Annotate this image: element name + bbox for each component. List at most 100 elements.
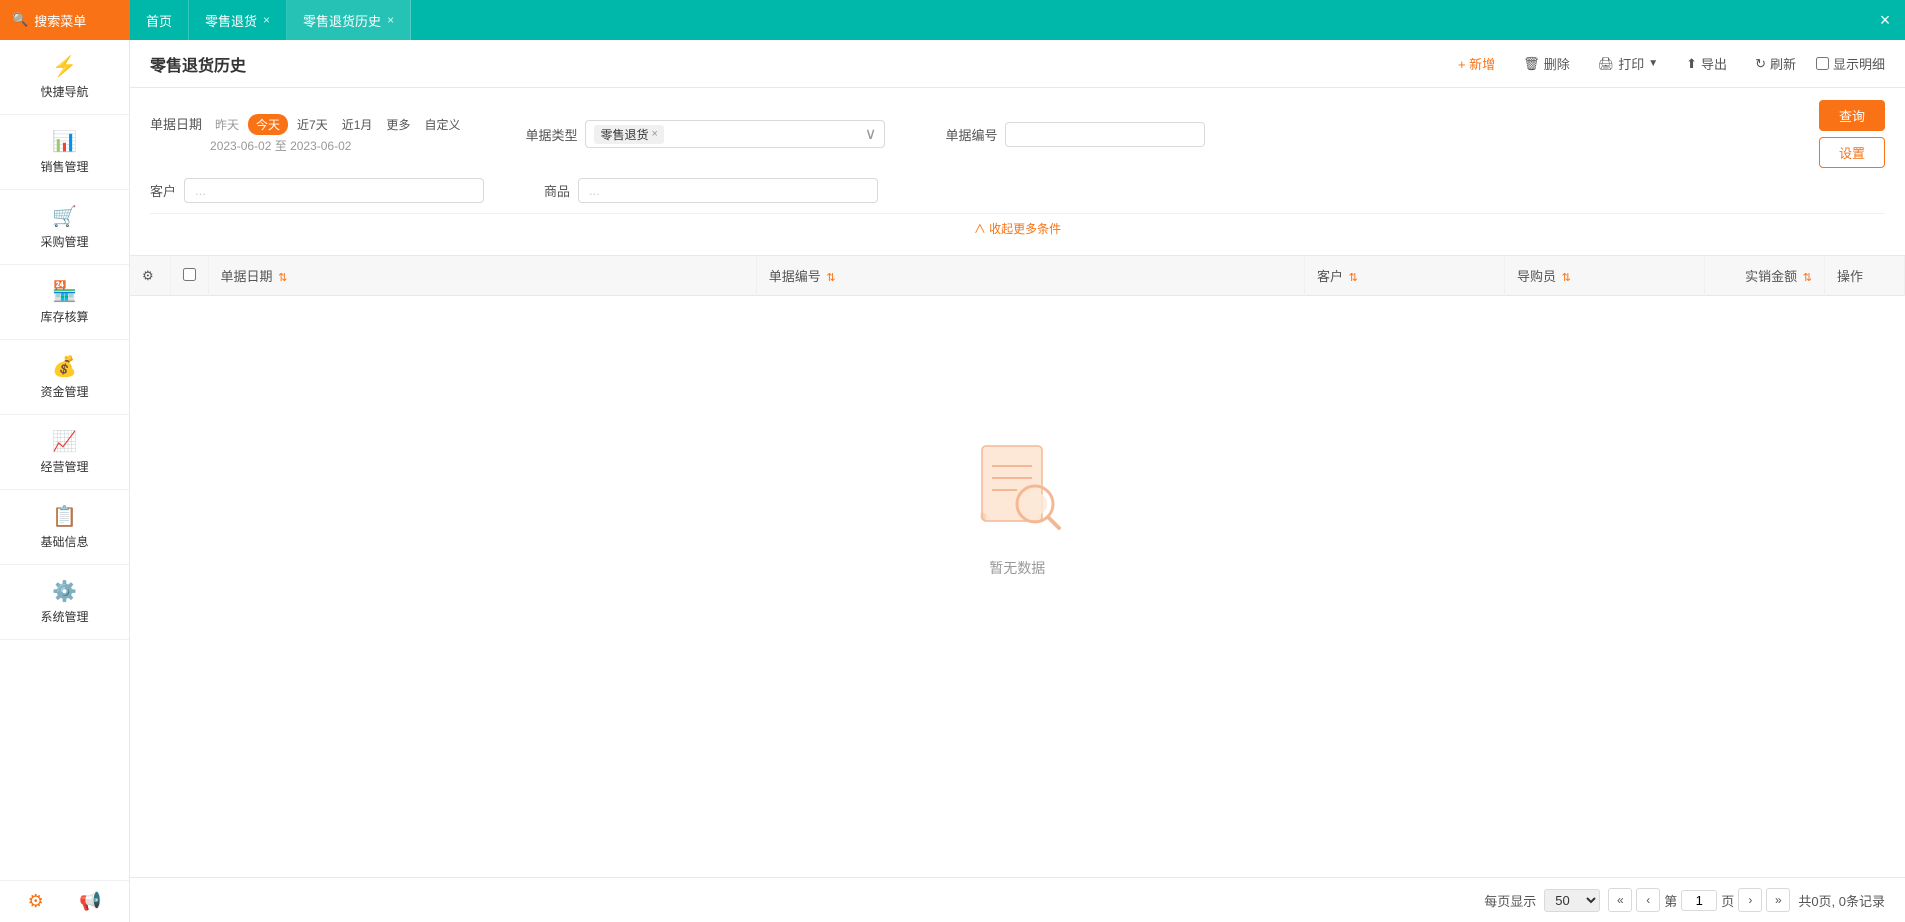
sidebar-item-inventory-label: 库存核算 [40,308,88,325]
sales-icon: 📊 [52,129,77,154]
sort-bill-no-icon: ⇅ [826,272,835,284]
search-menu-btn[interactable]: 🔍 搜索菜单 [0,0,130,40]
print-icon: 🖨 [1598,56,1615,72]
sort-bill-date-icon: ⇅ [278,272,287,284]
th-customer[interactable]: 客户 ⇅ [1305,256,1505,296]
tab-retail-return-history[interactable]: 零售退货历史 × [287,0,411,40]
filter-row-1: 单据日期 昨天 今天 近7天 近1月 更多 自定义 2023-06-02 至 2… [150,100,1885,168]
sort-guide-icon: ⇅ [1562,272,1571,284]
th-bill-date[interactable]: 单据日期 ⇅ [208,256,756,296]
collapse-bar[interactable]: ∧ 收起更多条件 [150,213,1885,243]
header-actions: + 新增 🗑 删除 🖨 打印 ▼ ⬆ 导出 ↻ 刷新 [1450,50,1885,77]
date-filter-group: 单据日期 昨天 今天 近7天 近1月 更多 自定义 2023-06-02 至 2… [150,114,465,154]
page-size-select[interactable]: 50 10 20 100 [1544,889,1600,912]
date-opt-yesterday[interactable]: 昨天 [210,114,244,135]
export-btn[interactable]: ⬆ 导出 [1678,50,1735,77]
filter-area: 单据日期 昨天 今天 近7天 近1月 更多 自定义 2023-06-02 至 2… [130,88,1905,256]
page-nav: « ‹ 第 页 › » [1608,888,1790,912]
date-opt-more[interactable]: 更多 [381,114,415,135]
tab-home[interactable]: 首页 [130,0,189,40]
bill-no-label: 单据编号 [945,125,997,144]
sidebar: ⚡ 快捷导航 📊 销售管理 🛒 采购管理 🏪 库存核算 💰 资金管理 📈 经营管… [0,40,130,922]
last-page-btn[interactable]: » [1766,888,1790,912]
print-btn-label: 打印 [1618,54,1644,73]
sidebar-item-purchase[interactable]: 🛒 采购管理 [0,190,129,265]
tab-retail-return-close[interactable]: × [263,13,270,27]
tab-home-label: 首页 [146,11,172,30]
date-options-group: 昨天 今天 近7天 近1月 更多 自定义 2023-06-02 至 2023-0… [210,114,465,154]
refresh-icon: ↻ [1755,56,1766,72]
pagination: 每页显示 50 10 20 100 « ‹ 第 页 › » 共0页, 0条记录 [130,877,1905,922]
bill-type-tag: 零售退货 × [594,125,663,144]
system-icon: ⚙️ [52,579,77,604]
next-page-btn[interactable]: › [1738,888,1762,912]
sidebar-item-purchase-label: 采购管理 [40,233,88,250]
th-bill-date-label: 单据日期 [221,269,273,284]
date-opt-7days[interactable]: 近7天 [292,114,333,135]
th-settings[interactable]: ⚙ [130,256,170,296]
first-page-btn[interactable]: « [1608,888,1632,912]
setting-btn[interactable]: 设置 [1819,137,1885,168]
bill-no-input[interactable] [1005,122,1205,147]
sidebar-item-basic-info-label: 基础信息 [40,533,88,550]
th-action-label: 操作 [1837,269,1863,284]
goods-placeholder: ... [589,183,600,198]
window-close-btn[interactable]: × [1865,0,1905,40]
th-guide[interactable]: 导购员 ⇅ [1505,256,1705,296]
tab-retail-return-history-close[interactable]: × [387,13,394,27]
settings-icon[interactable]: ⚙ [28,891,44,912]
print-btn[interactable]: 🖨 打印 ▼ [1590,50,1666,77]
sidebar-item-system[interactable]: ⚙️ 系统管理 [0,565,129,640]
settings-icon: ⚙ [142,268,154,283]
th-amount-label: 实销金额 [1745,269,1797,284]
export-icon: ⬆ [1686,56,1697,72]
page-title: 零售退货历史 [150,52,246,76]
new-btn-label: + 新增 [1458,54,1495,73]
goods-input[interactable]: ... [578,178,878,203]
new-btn[interactable]: + 新增 [1450,50,1503,77]
select-all-checkbox[interactable] [183,268,196,281]
page-input[interactable] [1681,890,1717,911]
sidebar-item-sales[interactable]: 📊 销售管理 [0,115,129,190]
table-header-row: ⚙ 单据日期 ⇅ 单据编号 ⇅ [130,256,1905,296]
filter-row-2: 客户 ... 商品 ... [150,178,1885,203]
empty-cell: 暂无数据 [130,296,1905,719]
delete-icon: 🗑 [1523,56,1540,72]
show-detail-checkbox[interactable] [1816,57,1829,70]
sidebar-item-inventory[interactable]: 🏪 库存核算 [0,265,129,340]
date-opt-today[interactable]: 今天 [248,114,288,135]
th-bill-no[interactable]: 单据编号 ⇅ [756,256,1304,296]
sidebar-item-quick-nav[interactable]: ⚡ 快捷导航 [0,40,129,115]
th-checkbox[interactable] [170,256,208,296]
main-layout: ⚡ 快捷导航 📊 销售管理 🛒 采购管理 🏪 库存核算 💰 资金管理 📈 经营管… [0,40,1905,922]
page-header: 零售退货历史 + 新增 🗑 删除 🖨 打印 ▼ ⬆ 导出 [130,40,1905,88]
sidebar-item-operations[interactable]: 📈 经营管理 [0,415,129,490]
bill-type-input[interactable]: 零售退货 × ∨ [585,120,885,148]
date-opt-1month[interactable]: 近1月 [337,114,378,135]
th-action: 操作 [1825,256,1905,296]
basic-info-icon: 📋 [52,504,77,529]
purchase-icon: 🛒 [52,204,77,229]
empty-text: 暂无数据 [989,558,1045,578]
date-opt-custom[interactable]: 自定义 [419,114,465,135]
show-detail-checkbox-label[interactable]: 显示明细 [1816,54,1885,73]
tab-retail-return-history-label: 零售退货历史 [303,11,381,30]
sidebar-item-basic-info[interactable]: 📋 基础信息 [0,490,129,565]
tab-retail-return[interactable]: 零售退货 × [189,0,287,40]
total-label: 共0页, 0条记录 [1798,891,1885,910]
th-amount[interactable]: 实销金额 ⇅ [1705,256,1825,296]
th-bill-no-label: 单据编号 [769,269,821,284]
date-range-display: 2023-06-02 至 2023-06-02 [210,137,465,154]
delete-btn[interactable]: 🗑 删除 [1515,50,1578,77]
bill-type-tag-remove[interactable]: × [651,128,657,140]
customer-input[interactable]: ... [184,178,484,203]
th-customer-label: 客户 [1317,269,1343,284]
prev-page-btn[interactable]: ‹ [1636,888,1660,912]
refresh-btn[interactable]: ↻ 刷新 [1747,50,1804,77]
query-btn[interactable]: 查询 [1819,100,1885,131]
speaker-icon[interactable]: 📢 [79,891,101,912]
date-options: 昨天 今天 近7天 近1月 更多 自定义 [210,114,465,135]
sidebar-item-finance[interactable]: 💰 资金管理 [0,340,129,415]
finance-icon: 💰 [52,354,77,379]
table-container: ⚙ 单据日期 ⇅ 单据编号 ⇅ [130,256,1905,877]
